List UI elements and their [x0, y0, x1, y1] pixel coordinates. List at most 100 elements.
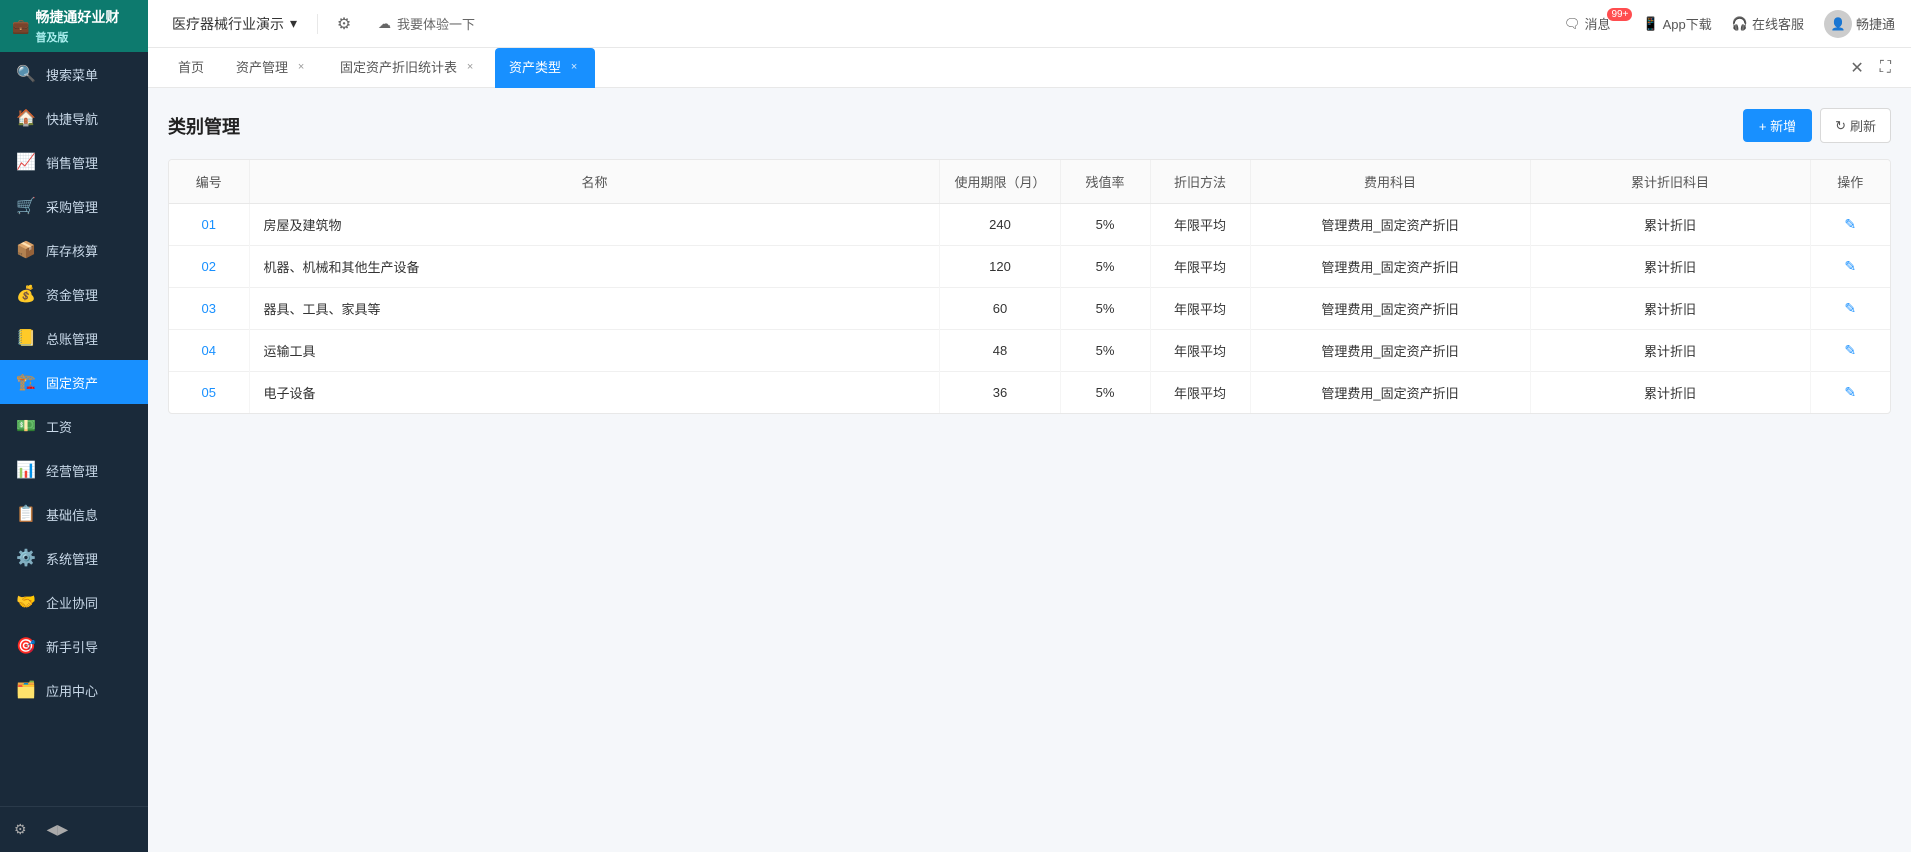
online-service[interactable]: 🎧 在线客服 — [1732, 14, 1804, 33]
sidebar-item-purchase[interactable]: 🛒 采购管理 — [0, 184, 148, 228]
sidebar-item-label: 固定资产 — [46, 373, 98, 392]
edit-button-05[interactable]: ✎ — [1844, 384, 1856, 400]
row-expense-01: 管理费用_固定资产折旧 — [1250, 204, 1530, 246]
close-tab-button[interactable]: ✕ — [1846, 54, 1867, 82]
sidebar-item-apps[interactable]: 🗂️ 应用中心 — [0, 668, 148, 712]
col-header-expense: 费用科目 — [1250, 160, 1530, 204]
home-icon: 🏠 — [16, 108, 36, 128]
edit-button-04[interactable]: ✎ — [1844, 342, 1856, 358]
tab-asset-type-close[interactable]: × — [567, 60, 581, 74]
sidebar-item-label: 新手引导 — [46, 637, 98, 656]
row-expense-04: 管理费用_固定资产折旧 — [1250, 330, 1530, 372]
sidebar-item-quicknav[interactable]: 🏠 快捷导航 — [0, 96, 148, 140]
tabs-bar: 首页 资产管理 × 固定资产折旧统计表 × 资产类型 × ✕ ⛶ — [148, 48, 1911, 88]
data-table: 编号 名称 使用期限（月） 残值率 折旧方法 费用科目 累计折旧科目 操作 01… — [168, 159, 1891, 414]
tab-asset-mgmt-close[interactable]: × — [294, 60, 308, 74]
col-header-id: 编号 — [169, 160, 249, 204]
tab-home-label: 首页 — [178, 57, 204, 76]
sidebar-item-sales[interactable]: 📈 销售管理 — [0, 140, 148, 184]
edit-button-03[interactable]: ✎ — [1844, 300, 1856, 316]
app-logo: 💼 畅捷通好业财 普及版 — [0, 0, 148, 52]
sidebar-item-inventory[interactable]: 📦 库存核算 — [0, 228, 148, 272]
collapse-button[interactable]: ◀▶ — [43, 817, 73, 842]
maximize-button[interactable]: ⛶ — [1876, 55, 1895, 81]
tab-home[interactable]: 首页 — [164, 48, 218, 88]
sidebar-item-guide[interactable]: 🎯 新手引导 — [0, 624, 148, 668]
row-method-01: 年限平均 — [1150, 204, 1250, 246]
row-action-04[interactable]: ✎ — [1810, 330, 1890, 372]
tab-asset-mgmt[interactable]: 资产管理 × — [222, 48, 322, 88]
refresh-button[interactable]: ↻ 刷新 — [1820, 108, 1891, 143]
sidebar-item-label: 库存核算 — [46, 241, 98, 260]
row-action-02[interactable]: ✎ — [1810, 246, 1890, 288]
sidebar-item-ledger[interactable]: 📒 总账管理 — [0, 316, 148, 360]
notifications[interactable]: 🗨 消息 99+ — [1564, 14, 1623, 33]
row-accumulation-01: 累计折旧 — [1530, 204, 1810, 246]
row-action-05[interactable]: ✎ — [1810, 372, 1890, 414]
tab-asset-type[interactable]: 资产类型 × — [495, 48, 595, 88]
row-residual-01: 5% — [1060, 204, 1150, 246]
row-residual-04: 5% — [1060, 330, 1150, 372]
sidebar-item-label: 总账管理 — [46, 329, 98, 348]
page-title: 类别管理 — [168, 113, 240, 139]
row-action-01[interactable]: ✎ — [1810, 204, 1890, 246]
sidebar-item-basicinfo[interactable]: 📋 基础信息 — [0, 492, 148, 536]
row-action-03[interactable]: ✎ — [1810, 288, 1890, 330]
header-actions: + 新增 ↻ 刷新 — [1743, 108, 1891, 143]
col-header-action: 操作 — [1810, 160, 1890, 204]
row-accumulation-03: 累计折旧 — [1530, 288, 1810, 330]
new-button[interactable]: + 新增 — [1743, 109, 1812, 142]
settings-button[interactable]: ⚙ — [10, 817, 31, 842]
module-name: 医疗器械行业演示 — [172, 14, 284, 34]
row-name-05: 电子设备 — [249, 372, 940, 414]
topbar: 医疗器械行业演示 ▾ ⚙ ☁ 我要体验一下 🗨 消息 99+ 📱 App下载 🎧… — [148, 0, 1911, 48]
tab-fixed-depreciation-label: 固定资产折旧统计表 — [340, 57, 457, 76]
row-residual-05: 5% — [1060, 372, 1150, 414]
edit-button-01[interactable]: ✎ — [1844, 216, 1856, 232]
tab-asset-type-label: 资产类型 — [509, 57, 561, 76]
sidebar-nav: 🔍 搜索菜单 🏠 快捷导航 📈 销售管理 🛒 采购管理 📦 库存核算 💰 资金管… — [0, 52, 148, 806]
payroll-icon: 💵 — [16, 416, 36, 436]
row-id-03[interactable]: 03 — [169, 288, 249, 330]
guide-icon: 🎯 — [16, 636, 36, 656]
row-period-01: 240 — [940, 204, 1060, 246]
headset-icon: 🎧 — [1732, 16, 1748, 32]
row-accumulation-02: 累计折旧 — [1530, 246, 1810, 288]
sidebar-item-label: 系统管理 — [46, 549, 98, 568]
sidebar-item-fixed[interactable]: 🏗️ 固定资产 — [0, 360, 148, 404]
col-header-name: 名称 — [249, 160, 940, 204]
user-account[interactable]: 👤 畅捷通 — [1824, 10, 1895, 38]
table-row: 04 运输工具 48 5% 年限平均 管理费用_固定资产折旧 累计折旧 ✎ — [169, 330, 1890, 372]
sidebar-item-label: 采购管理 — [46, 197, 98, 216]
collab-icon: 🤝 — [16, 592, 36, 612]
row-id-05[interactable]: 05 — [169, 372, 249, 414]
sidebar-item-operations[interactable]: 📊 经营管理 — [0, 448, 148, 492]
module-selector[interactable]: 医疗器械行业演示 ▾ — [164, 10, 305, 38]
sidebar-item-collab[interactable]: 🤝 企业协同 — [0, 580, 148, 624]
module-settings-button[interactable]: ⚙ — [330, 10, 358, 38]
table-row: 03 器具、工具、家具等 60 5% 年限平均 管理费用_固定资产折旧 累计折旧… — [169, 288, 1890, 330]
sidebar-item-payroll[interactable]: 💵 工资 — [0, 404, 148, 448]
tab-asset-mgmt-label: 资产管理 — [236, 57, 288, 76]
sales-icon: 📈 — [16, 152, 36, 172]
tab-fixed-depreciation[interactable]: 固定资产折旧统计表 × — [326, 48, 491, 88]
sidebar-item-system[interactable]: ⚙️ 系统管理 — [0, 536, 148, 580]
sidebar-item-capital[interactable]: 💰 资金管理 — [0, 272, 148, 316]
system-icon: ⚙️ — [16, 548, 36, 568]
sidebar-item-label: 工资 — [46, 417, 72, 436]
tab-fixed-depreciation-close[interactable]: × — [463, 60, 477, 74]
sidebar-item-search[interactable]: 🔍 搜索菜单 — [0, 52, 148, 96]
row-period-03: 60 — [940, 288, 1060, 330]
row-id-04[interactable]: 04 — [169, 330, 249, 372]
sidebar-item-label: 基础信息 — [46, 505, 98, 524]
row-method-05: 年限平均 — [1150, 372, 1250, 414]
app-download[interactable]: 📱 App下载 — [1642, 14, 1711, 33]
row-id-02[interactable]: 02 — [169, 246, 249, 288]
edit-button-02[interactable]: ✎ — [1844, 258, 1856, 274]
row-method-04: 年限平均 — [1150, 330, 1250, 372]
row-name-01: 房屋及建筑物 — [249, 204, 940, 246]
try-experience[interactable]: ☁ 我要体验一下 — [370, 10, 483, 37]
sidebar-item-label: 经营管理 — [46, 461, 98, 480]
topbar-right: 🗨 消息 99+ 📱 App下载 🎧 在线客服 👤 畅捷通 — [1564, 10, 1895, 38]
row-id-01[interactable]: 01 — [169, 204, 249, 246]
